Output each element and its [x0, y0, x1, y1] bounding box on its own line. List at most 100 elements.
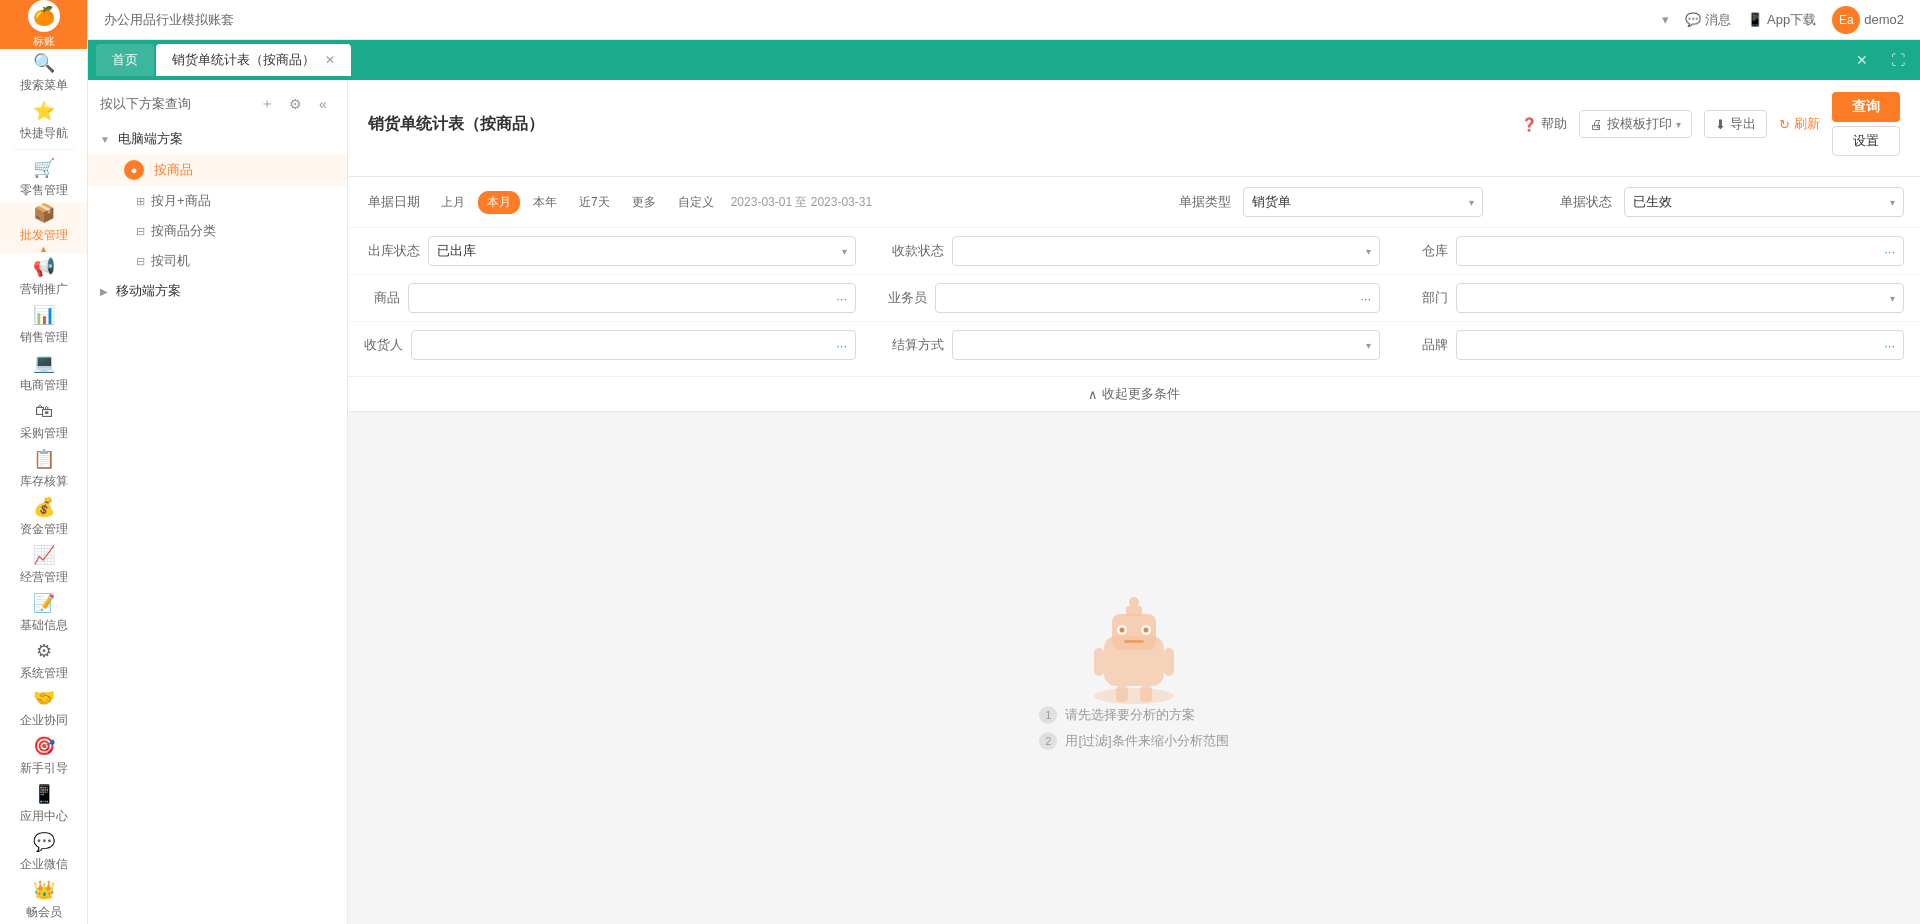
app-logo[interactable]: 🍊 标账	[0, 0, 88, 49]
sidebar-item-member[interactable]: 👑 畅会员	[0, 876, 88, 924]
doc-type-select[interactable]: 销货单 ▾	[1243, 187, 1483, 217]
date-shortcuts: 上月 本月 本年 近7天 更多 自定义 2023-03-01 至 2023-03…	[432, 191, 872, 214]
user-profile[interactable]: Ea demo2	[1832, 6, 1904, 34]
dept-select[interactable]: ▾	[1456, 283, 1904, 313]
sidebar-item-purchase[interactable]: 🛍 采购管理	[0, 397, 88, 445]
sidebar-item-operations[interactable]: 📈 经营管理	[0, 541, 88, 589]
receiver-dots-icon[interactable]: ···	[836, 338, 847, 353]
doc-type-label: 单据类型	[1175, 193, 1231, 211]
sidebar-item-label: 电商管理	[20, 377, 68, 394]
sidebar-item-marketing[interactable]: 📢 营销推广	[0, 254, 88, 302]
finance-icon: 💰	[33, 496, 55, 518]
tree-item-label: 按月+商品	[151, 192, 211, 210]
product-input[interactable]: ···	[408, 283, 856, 313]
collapse-filter-btn[interactable]: ∧ 收起更多条件	[348, 376, 1920, 411]
filter-cell-settlement: 结算方式 ▾	[872, 322, 1396, 368]
step-2-text: 用[过滤]条件来缩小分析范围	[1065, 732, 1228, 750]
sidebar-item-label: 经营管理	[20, 569, 68, 586]
product-label: 商品	[364, 289, 400, 307]
tree-mobile-label: 移动端方案	[116, 282, 181, 300]
export-btn[interactable]: ⬇ 导出	[1704, 110, 1767, 138]
payment-select[interactable]: ▾	[952, 236, 1380, 266]
date-last-7-btn[interactable]: 近7天	[570, 191, 619, 214]
tab-home-label: 首页	[112, 51, 138, 69]
refresh-icon: ↻	[1779, 117, 1790, 132]
sidebar-item-sales[interactable]: 📊 销售管理	[0, 301, 88, 349]
main-area: 办公用品行业模拟账套 ▾ 💬 消息 📱 App下载 Ea demo2 首页 销货…	[88, 0, 1920, 924]
breadcrumb-title: 办公用品行业模拟账套	[104, 11, 1646, 29]
tab-bar: 首页 销货单统计表（按商品） ✕ ✕ ⛶	[88, 40, 1920, 80]
sidebar-item-enterprise[interactable]: 🤝 企业协同	[0, 685, 88, 733]
tab-close-icon[interactable]: ✕	[325, 53, 335, 67]
sidebar-item-basic-info[interactable]: 📝 基础信息	[0, 589, 88, 637]
print-label: 按模板打印	[1607, 115, 1672, 133]
tree-expand-mobile-icon: ▶	[100, 286, 108, 297]
tree-pc-solutions[interactable]: ▼ 电脑端方案	[88, 124, 347, 154]
tree-item-label: 按司机	[151, 252, 190, 270]
payment-label: 收款状态	[888, 242, 944, 260]
sidebar-item-ecommerce[interactable]: 💻 电商管理	[0, 349, 88, 397]
message-icon: 💬	[1685, 12, 1701, 27]
panel-add-btn[interactable]: ＋	[255, 92, 279, 116]
panel-collapse-btn[interactable]: «	[311, 92, 335, 116]
sidebar-item-quick-nav[interactable]: ⭐ 快捷导航	[0, 97, 88, 145]
brand-label: 品牌	[1412, 336, 1448, 354]
sidebar-item-retail[interactable]: 🛒 零售管理	[0, 154, 88, 202]
brand-input[interactable]: ···	[1456, 330, 1904, 360]
settlement-select[interactable]: ▾	[952, 330, 1380, 360]
sidebar-item-finance[interactable]: 💰 资金管理	[0, 493, 88, 541]
empty-step-1: 1 请先选择要分析的方案	[1039, 706, 1228, 724]
filter-settings-btn[interactable]: 设置	[1832, 126, 1900, 156]
wholesale-icon: 📦	[33, 202, 55, 224]
window-maximize-btn[interactable]: ⛶	[1884, 46, 1912, 74]
svg-rect-12	[1126, 606, 1142, 616]
tree-item-by-cashier[interactable]: ⊟ 按司机	[88, 246, 347, 276]
doc-status-value: 已生效	[1633, 193, 1672, 211]
outbound-value: 已出库	[437, 242, 476, 260]
sidebar-item-label: 库存核算	[20, 473, 68, 490]
date-last-month-btn[interactable]: 上月	[432, 191, 474, 214]
refresh-btn[interactable]: ↻ 刷新	[1779, 115, 1820, 133]
tree-mobile-solutions[interactable]: ▶ 移动端方案	[88, 276, 347, 306]
tab-sales-stat[interactable]: 销货单统计表（按商品） ✕	[156, 44, 351, 76]
template-print-btn[interactable]: 🖨 按模板打印 ▾	[1579, 110, 1692, 138]
salesperson-input[interactable]: ···	[935, 283, 1380, 313]
date-label: 单据日期	[364, 193, 420, 211]
breadcrumb-dropdown-icon[interactable]: ▾	[1662, 12, 1669, 27]
warehouse-dots-icon[interactable]: ···	[1884, 244, 1895, 259]
step-1-num: 1	[1039, 706, 1057, 724]
tree-item-by-category[interactable]: ⊟ 按商品分类	[88, 216, 347, 246]
app-download-action[interactable]: 📱 App下载	[1747, 11, 1816, 29]
salesperson-dots-icon[interactable]: ···	[1360, 291, 1371, 306]
date-this-year-btn[interactable]: 本年	[524, 191, 566, 214]
sidebar-item-newbie[interactable]: 🎯 新手引导	[0, 732, 88, 780]
window-close-btn[interactable]: ✕	[1848, 46, 1876, 74]
sidebar-item-wechat[interactable]: 💬 企业微信	[0, 828, 88, 876]
tree-item-by-month-product[interactable]: ⊞ 按月+商品	[88, 186, 347, 216]
panel-settings-btn[interactable]: ⚙	[283, 92, 307, 116]
step-2-num: 2	[1039, 732, 1057, 750]
date-this-month-btn[interactable]: 本月	[478, 191, 520, 214]
brand-dots-icon[interactable]: ···	[1884, 338, 1895, 353]
product-dots-icon[interactable]: ···	[836, 291, 847, 306]
message-action[interactable]: 💬 消息	[1685, 11, 1731, 29]
help-btn[interactable]: ❓ 帮助	[1521, 115, 1567, 133]
sidebar-item-inventory[interactable]: 📋 库存核算	[0, 445, 88, 493]
settlement-chevron-icon: ▾	[1366, 340, 1371, 351]
sidebar-item-app-center[interactable]: 📱 应用中心	[0, 780, 88, 828]
tree-item-by-product[interactable]: ● 按商品	[88, 154, 347, 186]
sidebar-item-wholesale[interactable]: 📦 批发管理 ▲	[0, 202, 88, 254]
salesperson-label: 业务员	[888, 289, 927, 307]
sidebar-item-search-menu[interactable]: 🔍 搜索菜单	[0, 49, 88, 97]
outbound-select[interactable]: 已出库 ▾	[428, 236, 856, 266]
query-btn[interactable]: 查询	[1832, 92, 1900, 122]
tab-home[interactable]: 首页	[96, 44, 154, 76]
sidebar-item-label: 快捷导航	[20, 125, 68, 142]
warehouse-input[interactable]: ···	[1456, 236, 1904, 266]
user-name: demo2	[1864, 12, 1904, 27]
date-more-btn[interactable]: 更多	[623, 191, 665, 214]
receiver-input[interactable]: ···	[411, 330, 856, 360]
date-custom-btn[interactable]: 自定义	[669, 191, 723, 214]
sidebar-item-system[interactable]: ⚙ 系统管理	[0, 637, 88, 685]
doc-status-select[interactable]: 已生效 ▾	[1624, 187, 1904, 217]
